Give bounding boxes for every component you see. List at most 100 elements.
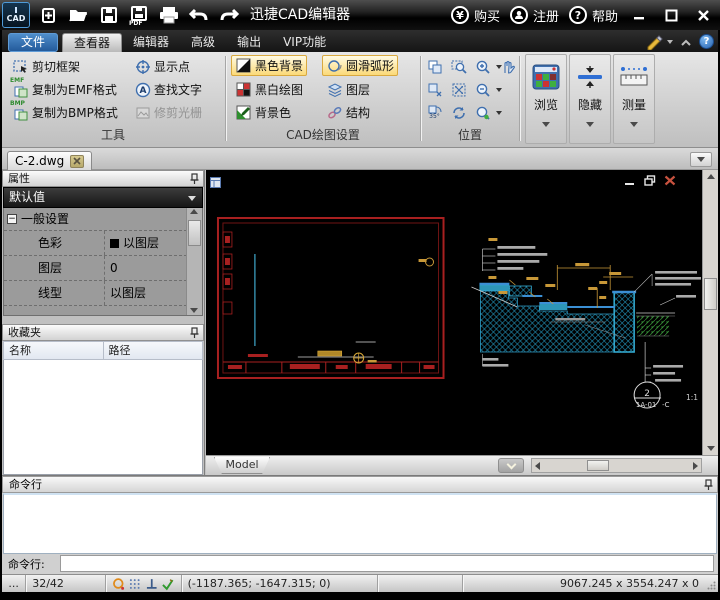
- property-scrollbar[interactable]: [186, 208, 202, 315]
- find-text-button[interactable]: A 查找文字: [130, 79, 206, 100]
- property-section-row[interactable]: − 一般设置: [4, 208, 202, 231]
- show-points-button[interactable]: 显示点: [130, 56, 194, 77]
- zoom-out-button[interactable]: [473, 79, 503, 100]
- app-logo[interactable]: CAD: [2, 2, 30, 28]
- scroll-thumb[interactable]: [188, 220, 201, 246]
- collapse-expander-icon[interactable]: −: [7, 214, 17, 224]
- layout-chevron-button[interactable]: [498, 458, 524, 473]
- tab-advanced[interactable]: 高级: [180, 33, 226, 52]
- grid-toggle-icon[interactable]: [128, 577, 142, 591]
- command-input[interactable]: [60, 555, 714, 572]
- ribbon: 剪切框架 EMF 复制为EMF格式 BMP 复制为BMP格式 显示点 A 查找文…: [2, 52, 718, 148]
- favorites-col-path[interactable]: 路径: [104, 341, 204, 360]
- ortho-toggle-icon[interactable]: [145, 577, 159, 591]
- zoom-all-button[interactable]: [473, 102, 503, 123]
- copy-bmp-button[interactable]: BMP 复制为BMP格式: [8, 102, 122, 123]
- save-button[interactable]: [94, 2, 124, 28]
- tools-group-label: 工具: [2, 126, 224, 142]
- tab-output[interactable]: 输出: [226, 33, 272, 52]
- property-value[interactable]: 以图层: [104, 231, 185, 255]
- property-value[interactable]: 以图层: [104, 281, 185, 305]
- status-overflow[interactable]: ...: [2, 575, 26, 592]
- structure-button[interactable]: 结构: [322, 102, 374, 123]
- new-file-icon: [39, 5, 59, 25]
- rotate-view-icon: 35°: [426, 104, 443, 121]
- tab-vip[interactable]: VIP功能: [272, 33, 337, 52]
- paste-view-button[interactable]: [425, 79, 444, 100]
- osnap-toggle-icon[interactable]: [112, 577, 126, 591]
- hscroll-left-icon[interactable]: [535, 462, 540, 470]
- vscroll-up-icon[interactable]: [707, 174, 715, 179]
- scroll-down-icon[interactable]: [190, 308, 198, 313]
- tab-editor[interactable]: 编辑器: [122, 33, 180, 52]
- print-button[interactable]: [154, 2, 184, 28]
- black-bg-button[interactable]: 黑色背景: [231, 55, 307, 76]
- hscroll-thumb[interactable]: [587, 460, 609, 471]
- cut-frame-button[interactable]: 剪切框架: [8, 56, 84, 77]
- resize-grip[interactable]: [705, 575, 718, 592]
- property-value[interactable]: 0: [104, 256, 185, 280]
- undo-button[interactable]: [184, 2, 214, 28]
- measure-label: 测量: [622, 96, 646, 113]
- register-button[interactable]: 注册: [510, 6, 559, 25]
- hide-button[interactable]: 隐藏: [569, 54, 611, 144]
- child-minimize-button[interactable]: [624, 176, 636, 186]
- zoom-previous-button[interactable]: [449, 102, 468, 123]
- tab-viewer[interactable]: 查看器: [62, 33, 122, 52]
- canvas-hscrollbar[interactable]: [531, 458, 702, 473]
- maximize-button[interactable]: [660, 6, 682, 24]
- minimize-button[interactable]: [628, 6, 650, 24]
- preset-value: 默认值: [9, 190, 45, 204]
- open-file-button[interactable]: [64, 2, 94, 28]
- style-pen-button[interactable]: [645, 34, 673, 50]
- pen-dropdown-icon: [667, 40, 673, 44]
- bw-drawing-button[interactable]: 黑白绘图: [231, 79, 307, 100]
- redo-button[interactable]: [214, 2, 244, 28]
- browse-button[interactable]: 浏览: [525, 54, 567, 144]
- tab-list-dropdown-button[interactable]: [690, 152, 712, 167]
- hscroll-right-icon[interactable]: [693, 462, 698, 470]
- layers-button[interactable]: 图层: [322, 79, 374, 100]
- preset-dropdown[interactable]: 默认值: [3, 187, 203, 208]
- close-button[interactable]: [692, 6, 714, 24]
- status-empty-1: [378, 575, 463, 592]
- model-tab[interactable]: Model: [214, 457, 270, 474]
- property-row-layer: 图层 0: [4, 256, 202, 281]
- vscroll-down-icon[interactable]: [707, 446, 715, 451]
- structure-icon: [326, 104, 343, 121]
- child-restore-button[interactable]: [644, 175, 656, 186]
- command-pin-button[interactable]: [703, 479, 714, 495]
- command-history[interactable]: [3, 493, 717, 554]
- favorites-pin-button[interactable]: [189, 327, 200, 343]
- scroll-up-icon[interactable]: [190, 209, 198, 214]
- favorites-col-name[interactable]: 名称: [3, 341, 104, 360]
- zoom-all-icon: [474, 104, 491, 121]
- measure-button[interactable]: 测量: [613, 54, 655, 144]
- command-input-row: 命令行:: [2, 554, 718, 574]
- zoom-window-button[interactable]: [449, 56, 468, 77]
- smooth-arc-button[interactable]: 圆滑弧形: [322, 55, 398, 76]
- collapse-ribbon-button[interactable]: [681, 32, 691, 51]
- buy-button[interactable]: ¥ 购买: [451, 6, 500, 25]
- canvas-vscrollbar[interactable]: [702, 170, 718, 455]
- copy-view-button[interactable]: [425, 56, 444, 77]
- vscroll-thumb[interactable]: [704, 278, 717, 310]
- pan-button[interactable]: [498, 56, 517, 77]
- fit-extents-button[interactable]: [449, 79, 468, 100]
- ribbon-help-button[interactable]: ?: [699, 34, 714, 49]
- polar-toggle-icon[interactable]: [161, 577, 175, 591]
- copy-emf-label: 复制为EMF格式: [32, 81, 117, 98]
- save-pdf-button[interactable]: PDF: [124, 2, 154, 28]
- new-file-button[interactable]: [34, 2, 64, 28]
- doc-tab-active[interactable]: C-2.dwg: [7, 151, 92, 170]
- favorites-list[interactable]: [3, 360, 203, 475]
- bg-color-button[interactable]: 背景色: [231, 102, 295, 123]
- drawing-canvas[interactable]: 2 1A-01 -C 1:1: [206, 170, 702, 455]
- child-close-button[interactable]: [664, 175, 676, 186]
- file-menu-button[interactable]: 文件: [8, 33, 58, 52]
- copy-emf-button[interactable]: EMF 复制为EMF格式: [8, 79, 121, 100]
- ribbon-separator: [519, 56, 521, 141]
- doc-tab-close-button[interactable]: [70, 155, 84, 168]
- help-button[interactable]: ? 帮助: [569, 6, 618, 25]
- rotate-view-button[interactable]: 35°: [425, 102, 444, 123]
